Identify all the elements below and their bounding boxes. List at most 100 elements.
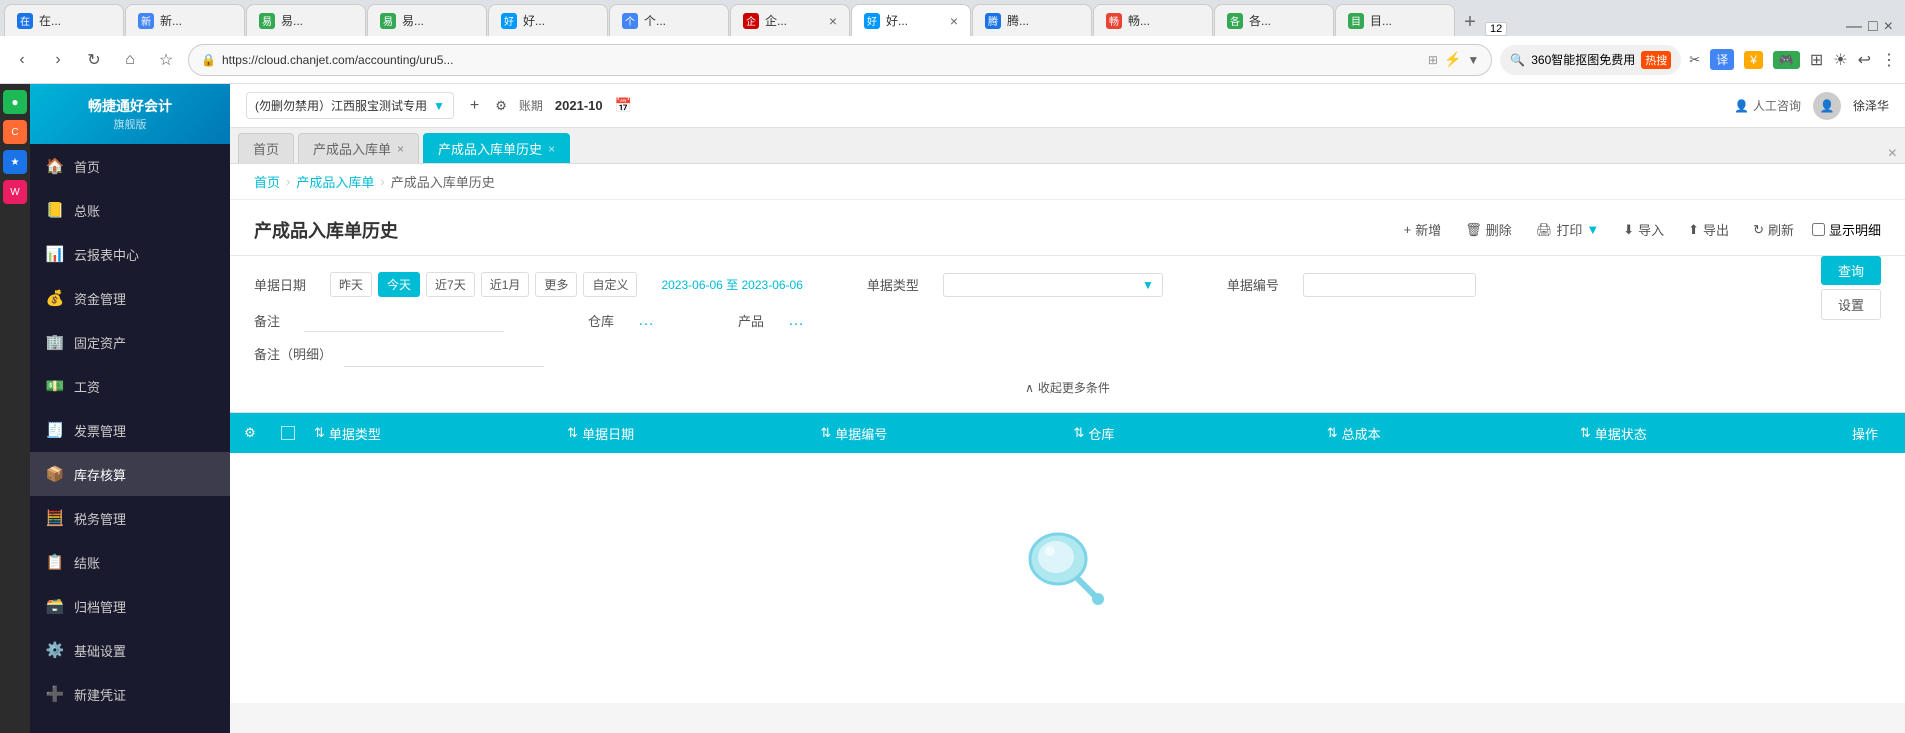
sidebar-item-home[interactable]: 🏠 首页 <box>30 144 230 188</box>
note-input[interactable] <box>304 309 504 332</box>
add-company-button[interactable]: + <box>466 97 483 115</box>
page-tab-home[interactable]: 首页 <box>238 133 294 163</box>
sidebar-item-assets[interactable]: 🏢 固定资产 <box>30 320 230 364</box>
breadcrumb-inbound[interactable]: 产成品入库单 <box>296 172 374 191</box>
table-settings-icon[interactable]: ⚙ <box>230 425 270 441</box>
sidebar-item-reports[interactable]: 📊 云报表中心 <box>30 232 230 276</box>
browser-tab-11[interactable]: 各 各... <box>1214 4 1334 36</box>
address-dropdown-icon[interactable]: ▼ <box>1467 53 1479 67</box>
currency-icon[interactable]: ¥ <box>1744 51 1763 69</box>
company-selector[interactable]: (勿删勿禁用）江西服宝测试专用 ▼ <box>246 92 454 119</box>
date-btn-yesterday[interactable]: 昨天 <box>330 272 372 297</box>
doc-number-input[interactable] <box>1303 273 1476 297</box>
delete-button[interactable]: 🗑 删除 <box>1459 216 1518 243</box>
sidebar-item-inventory[interactable]: 📦 库存核算 <box>30 452 230 496</box>
breadcrumb: 首页 › 产成品入库单 › 产成品入库单历史 <box>230 164 1905 200</box>
date-btn-7days[interactable]: 近7天 <box>426 272 475 297</box>
sidebar-item-invoices[interactable]: 🧾 发票管理 <box>30 408 230 452</box>
refresh-button[interactable]: ↻ <box>80 46 108 74</box>
warehouse-dots[interactable]: … <box>638 312 654 330</box>
sidebar-item-tax[interactable]: 🧮 税务管理 <box>30 496 230 540</box>
home-button[interactable]: ⌂ <box>116 46 144 74</box>
translate-icon[interactable]: 译 <box>1710 49 1734 70</box>
browser-app-icon-4[interactable]: W <box>3 180 27 204</box>
import-button[interactable]: ⬇ 导入 <box>1617 216 1670 243</box>
settings-gear-button[interactable]: ⚙ <box>495 98 507 114</box>
close-button[interactable]: × <box>1884 18 1893 36</box>
browser-tab-9[interactable]: 腾 腾... <box>972 4 1092 36</box>
scissors-icon[interactable]: ✂ <box>1689 52 1700 68</box>
browser-tab-4[interactable]: 易 易... <box>367 4 487 36</box>
show-detail-checkbox-input[interactable] <box>1812 223 1825 236</box>
note-detail-input[interactable] <box>344 344 544 367</box>
page-title: 产成品入库单历史 <box>254 217 398 243</box>
print-dropdown-icon[interactable]: ▼ <box>1586 222 1599 237</box>
browser-tab-8[interactable]: 好 好... × <box>851 4 971 36</box>
calendar-icon[interactable]: 📅 <box>615 97 632 114</box>
panel-close-button[interactable]: × <box>1888 145 1897 163</box>
browser-app-icon-2[interactable]: C <box>3 120 27 144</box>
sidebar-item-ledger[interactable]: 📒 总账 <box>30 188 230 232</box>
th-warehouse-sort-icon[interactable]: ⇅ <box>1074 425 1085 441</box>
search-bar[interactable]: 🔍 360智能抠图免费用 热搜 <box>1500 45 1681 75</box>
sidebar-item-archive[interactable]: 🗃️ 归档管理 <box>30 584 230 628</box>
export-button[interactable]: ⬆ 导出 <box>1682 216 1735 243</box>
sidebar-item-funds[interactable]: 💰 资金管理 <box>30 276 230 320</box>
bookmark-button[interactable]: ☆ <box>152 46 180 74</box>
date-btn-1month[interactable]: 近1月 <box>481 272 530 297</box>
browser-tab-3[interactable]: 易 易... <box>246 4 366 36</box>
sidebar-item-wages[interactable]: 💵 工资 <box>30 364 230 408</box>
browser-tab-1[interactable]: 在 在... <box>4 4 124 36</box>
sidebar-item-new-voucher[interactable]: ➕ 新建凭证 <box>30 672 230 716</box>
th-doc-number-sort-icon[interactable]: ⇅ <box>820 425 831 441</box>
sidebar-item-settings[interactable]: ⚙️ 基础设置 <box>30 628 230 672</box>
th-doc-status-sort-icon[interactable]: ⇅ <box>1580 425 1591 441</box>
browser-tab-6[interactable]: 个 个... <box>609 4 729 36</box>
undo-icon[interactable]: ↩ <box>1858 50 1871 70</box>
browser-app-icon-3[interactable]: ★ <box>3 150 27 174</box>
tab-7-close-icon[interactable]: × <box>829 13 837 29</box>
show-detail-toggle[interactable]: 显示明细 <box>1812 220 1881 239</box>
maximize-button[interactable]: □ <box>1868 18 1878 36</box>
page-tab-history-close-icon[interactable]: × <box>548 142 555 156</box>
date-filter-label: 单据日期 <box>254 275 306 294</box>
user-service-button[interactable]: 👤 人工咨询 <box>1734 97 1801 114</box>
sidebar-item-checkout[interactable]: 📋 结账 <box>30 540 230 584</box>
browser-tab-2[interactable]: 新 新... <box>125 4 245 36</box>
theme-icon[interactable]: ☀ <box>1833 50 1847 70</box>
more-icon[interactable]: ⋮ <box>1881 50 1897 70</box>
th-doc-type-sort-icon[interactable]: ⇅ <box>314 425 325 441</box>
product-dots[interactable]: … <box>788 312 804 330</box>
browser-app-icon-1[interactable]: ● <box>3 90 27 114</box>
print-button[interactable]: 🖨 打印 ▼ <box>1530 216 1605 243</box>
minimize-button[interactable]: — <box>1846 18 1862 36</box>
date-btn-today[interactable]: 今天 <box>378 272 420 297</box>
breadcrumb-home[interactable]: 首页 <box>254 172 280 191</box>
browser-tab-10[interactable]: 畅 畅... <box>1093 4 1213 36</box>
back-button[interactable]: ‹ <box>8 46 36 74</box>
table-select-all-checkbox[interactable] <box>270 426 306 440</box>
app-layout: ● C ★ W 畅捷通好会计 旗舰版 🏠 <box>0 84 1905 733</box>
collapse-button[interactable]: ∧ 收起更多条件 <box>254 379 1881 396</box>
browser-tab-12[interactable]: 目 目... <box>1335 4 1455 36</box>
th-total-cost-sort-icon[interactable]: ⇅ <box>1327 425 1338 441</box>
page-tab-inbound-close-icon[interactable]: × <box>397 142 404 156</box>
new-tab-button[interactable]: + <box>1456 8 1484 36</box>
date-btn-custom[interactable]: 自定义 <box>583 272 637 297</box>
settings-filter-button[interactable]: 设置 <box>1821 289 1881 320</box>
refresh-action-button[interactable]: ↻ 刷新 <box>1747 216 1800 243</box>
browser-tab-5[interactable]: 好 好... <box>488 4 608 36</box>
page-tab-history[interactable]: 产成品入库单历史 × <box>423 133 570 163</box>
address-input[interactable]: 🔒 https://cloud.chanjet.com/accounting/u… <box>188 44 1492 76</box>
game-icon[interactable]: 🎮 <box>1773 51 1800 69</box>
browser-tab-7[interactable]: 企 企... × <box>730 4 850 36</box>
forward-button[interactable]: › <box>44 46 72 74</box>
doc-type-select[interactable]: ▼ <box>943 273 1163 297</box>
tab-8-close-icon[interactable]: × <box>950 13 958 29</box>
query-button[interactable]: 查询 <box>1821 256 1881 285</box>
grid-icon[interactable]: ⊞ <box>1810 50 1823 70</box>
date-btn-more[interactable]: 更多 <box>535 272 577 297</box>
th-doc-date-sort-icon[interactable]: ⇅ <box>567 425 578 441</box>
page-tab-inbound[interactable]: 产成品入库单 × <box>298 133 419 163</box>
add-button[interactable]: + 新增 <box>1398 216 1448 243</box>
